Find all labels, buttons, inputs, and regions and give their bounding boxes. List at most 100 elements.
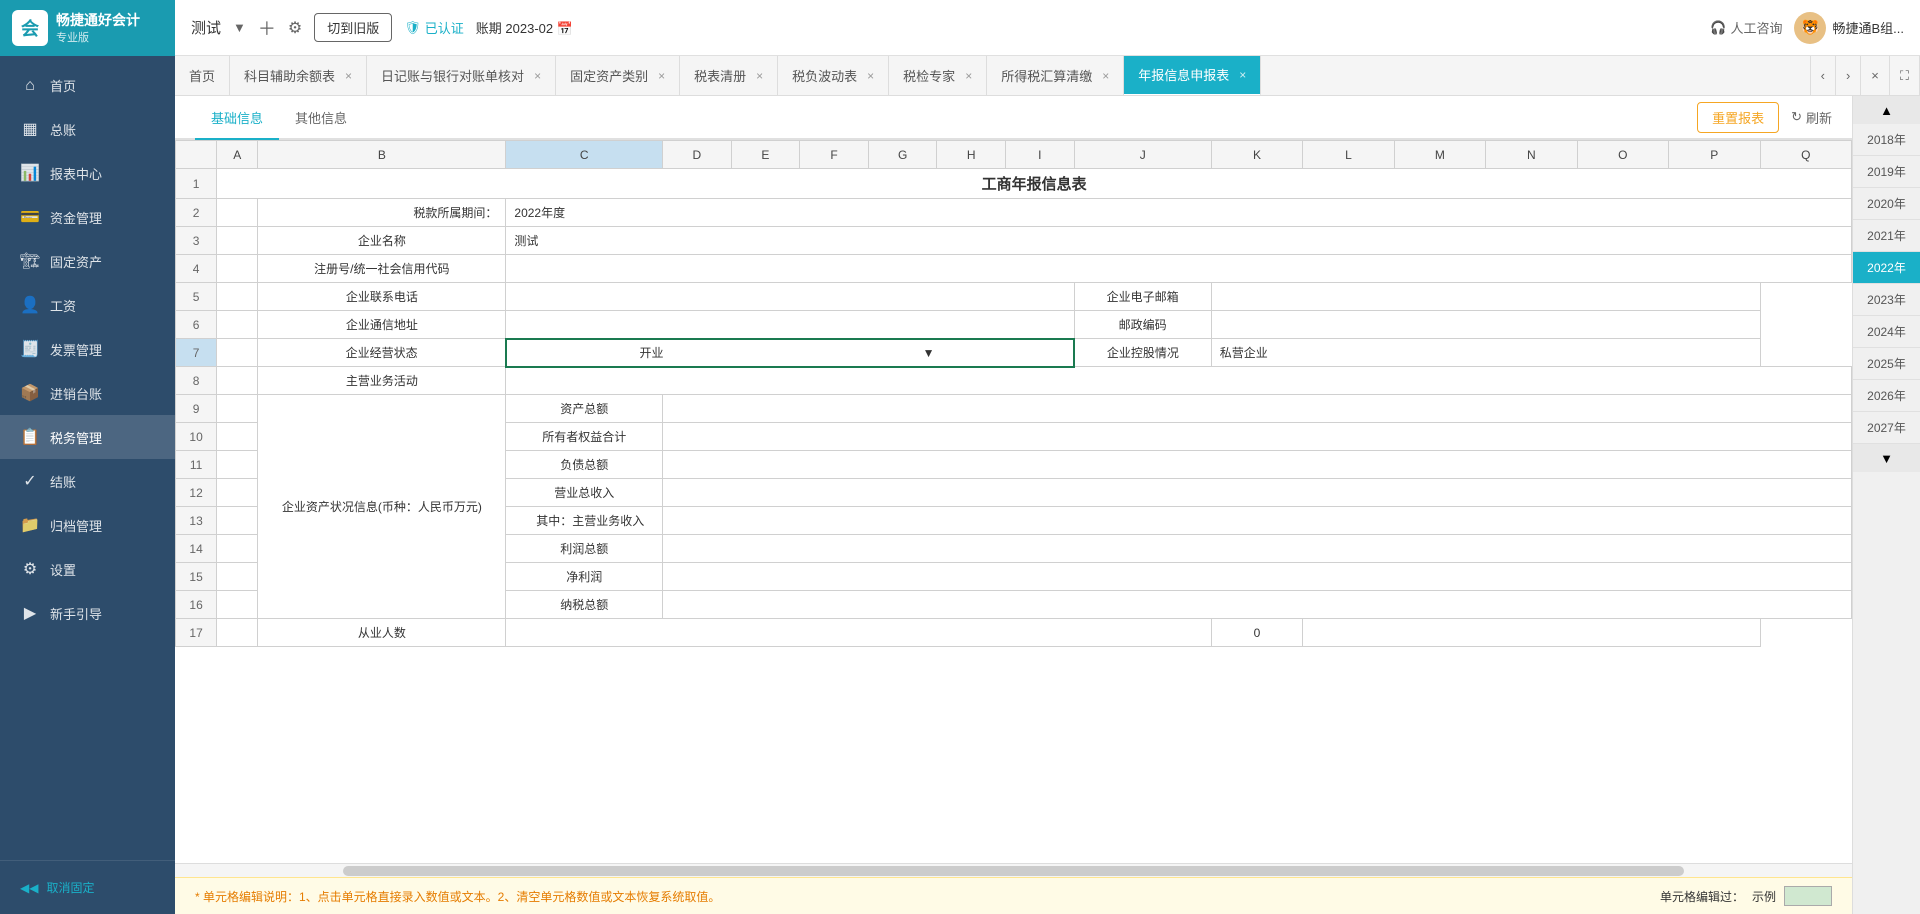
cell-14-a[interactable]: [217, 535, 258, 563]
cell-12-a[interactable]: [217, 479, 258, 507]
cell-7-c-dropdown[interactable]: 开业 ▼: [506, 339, 1074, 367]
col-header-k[interactable]: K: [1211, 141, 1302, 169]
cell-11-d[interactable]: [663, 451, 1852, 479]
cell-9-b[interactable]: 企业资产状况信息(币种：人民币万元): [258, 395, 506, 619]
col-header-h[interactable]: H: [937, 141, 1006, 169]
col-header-q[interactable]: Q: [1760, 141, 1852, 169]
year-item-2022年[interactable]: 2022年: [1853, 252, 1920, 284]
cell-15-a[interactable]: [217, 563, 258, 591]
switch-old-version-button[interactable]: 切到旧版: [314, 13, 392, 42]
cell-9-d[interactable]: [663, 395, 1852, 423]
user-menu[interactable]: 🐯 畅捷通B组...: [1794, 12, 1904, 44]
topbar-settings-icon[interactable]: ⚙: [288, 18, 302, 38]
tab-tax-check[interactable]: 税检专家 ×: [889, 56, 987, 96]
tab-scroll-left[interactable]: ‹: [1811, 56, 1836, 96]
cell-2-c[interactable]: 2022年度: [506, 199, 1852, 227]
cell-8-c[interactable]: [506, 367, 1852, 395]
dropdown-arrow-icon[interactable]: ▼: [792, 346, 1065, 360]
col-header-m[interactable]: M: [1394, 141, 1485, 169]
col-header-n[interactable]: N: [1486, 141, 1577, 169]
col-header-g[interactable]: G: [868, 141, 937, 169]
tab-tax-return[interactable]: 税表清册 ×: [680, 56, 778, 96]
cell-17-c[interactable]: [506, 619, 1211, 647]
cell-5-a[interactable]: [217, 283, 258, 311]
cell-16-d[interactable]: [663, 591, 1852, 619]
year-item-2019年[interactable]: 2019年: [1853, 156, 1920, 188]
sidebar-item-inventory[interactable]: 📦进销台账: [0, 371, 175, 415]
tab-close-current[interactable]: ×: [1861, 56, 1890, 96]
cell-10-a[interactable]: [217, 423, 258, 451]
tab-fixed-asset-close[interactable]: ×: [658, 69, 665, 83]
tab-tax-return-close[interactable]: ×: [756, 69, 763, 83]
sub-tab-basic[interactable]: 基础信息: [195, 96, 279, 140]
col-header-c[interactable]: C: [506, 141, 663, 169]
cell-3-a[interactable]: [217, 227, 258, 255]
year-item-2025年[interactable]: 2025年: [1853, 348, 1920, 380]
cell-3-c[interactable]: 测试: [506, 227, 1852, 255]
tab-fullscreen[interactable]: ⛶: [1890, 56, 1920, 96]
col-header-p[interactable]: P: [1669, 141, 1760, 169]
cell-4-c[interactable]: [506, 255, 1852, 283]
tab-income-tax[interactable]: 所得税汇算清缴 ×: [987, 56, 1124, 96]
col-header-e[interactable]: E: [731, 141, 800, 169]
cell-8-a[interactable]: [217, 367, 258, 395]
customer-service-button[interactable]: 🎧 人工咨询: [1710, 18, 1782, 37]
col-header-o[interactable]: O: [1577, 141, 1668, 169]
cell-17-k[interactable]: 0: [1211, 619, 1302, 647]
sidebar-item-fund[interactable]: 💳资金管理: [0, 195, 175, 239]
refresh-button[interactable]: ↻ 刷新: [1791, 102, 1832, 133]
topbar-dropdown-icon[interactable]: ▼: [233, 20, 246, 35]
tab-journal-close[interactable]: ×: [534, 69, 541, 83]
tab-scroll-right[interactable]: ›: [1836, 56, 1861, 96]
cell-16-a[interactable]: [217, 591, 258, 619]
cell-17-a[interactable]: [217, 619, 258, 647]
pin-button[interactable]: ◀◀ 取消固定: [20, 871, 155, 904]
year-panel-down[interactable]: ▼: [1853, 444, 1920, 472]
cell-14-d[interactable]: [663, 535, 1852, 563]
tab-annual-report-close[interactable]: ×: [1239, 68, 1246, 82]
sidebar-item-invoice[interactable]: 🧾发票管理: [0, 327, 175, 371]
sidebar-item-guide[interactable]: ▶新手引导: [0, 591, 175, 635]
tab-home[interactable]: 首页: [175, 56, 230, 96]
year-item-2020年[interactable]: 2020年: [1853, 188, 1920, 220]
topbar-add-button[interactable]: ＋: [258, 15, 276, 41]
sidebar-item-tax[interactable]: 📋税务管理: [0, 415, 175, 459]
sidebar-item-payroll[interactable]: 👤工资: [0, 283, 175, 327]
cell-7-k[interactable]: 私营企业: [1211, 339, 1760, 367]
year-item-2024年[interactable]: 2024年: [1853, 316, 1920, 348]
tab-tax-check-close[interactable]: ×: [965, 69, 972, 83]
sidebar-item-ledger[interactable]: ▦总账: [0, 107, 175, 151]
year-item-2018年[interactable]: 2018年: [1853, 124, 1920, 156]
sidebar-item-home[interactable]: ⌂首页: [0, 64, 175, 107]
tab-tax-burden[interactable]: 税负波动表 ×: [778, 56, 889, 96]
tab-journal[interactable]: 日记账与银行对账单核对 ×: [367, 56, 556, 96]
col-header-a[interactable]: A: [217, 141, 258, 169]
h-scroll-thumb[interactable]: [343, 866, 1685, 876]
tab-aux-close[interactable]: ×: [345, 69, 352, 83]
year-panel-up[interactable]: ▲: [1853, 96, 1920, 124]
year-item-2027年[interactable]: 2027年: [1853, 412, 1920, 444]
spreadsheet-wrapper[interactable]: A B C D E F G H I J K L M: [175, 140, 1852, 863]
col-header-i[interactable]: I: [1006, 141, 1075, 169]
tab-tax-burden-close[interactable]: ×: [867, 69, 874, 83]
cell-10-d[interactable]: [663, 423, 1852, 451]
sidebar-item-archive[interactable]: 📁归档管理: [0, 503, 175, 547]
calendar-icon[interactable]: 📅: [557, 21, 573, 36]
cell-4-a[interactable]: [217, 255, 258, 283]
tab-income-tax-close[interactable]: ×: [1102, 69, 1109, 83]
cell-11-a[interactable]: [217, 451, 258, 479]
cell-5-c[interactable]: [506, 283, 1074, 311]
cell-6-c[interactable]: [506, 311, 1074, 339]
cell-17-l[interactable]: [1303, 619, 1760, 647]
cell-13-a[interactable]: [217, 507, 258, 535]
year-item-2023年[interactable]: 2023年: [1853, 284, 1920, 316]
year-item-2026年[interactable]: 2026年: [1853, 380, 1920, 412]
tab-annual-report[interactable]: 年报信息申报表 ×: [1124, 56, 1261, 96]
col-header-j[interactable]: J: [1074, 141, 1211, 169]
cell-15-d[interactable]: [663, 563, 1852, 591]
tab-aux[interactable]: 科目辅助余额表 ×: [230, 56, 367, 96]
cell-12-d[interactable]: [663, 479, 1852, 507]
sidebar-item-report[interactable]: 📊报表中心: [0, 151, 175, 195]
sidebar-item-fixed[interactable]: 🏗固定资产: [0, 239, 175, 283]
cell-2-a[interactable]: [217, 199, 258, 227]
